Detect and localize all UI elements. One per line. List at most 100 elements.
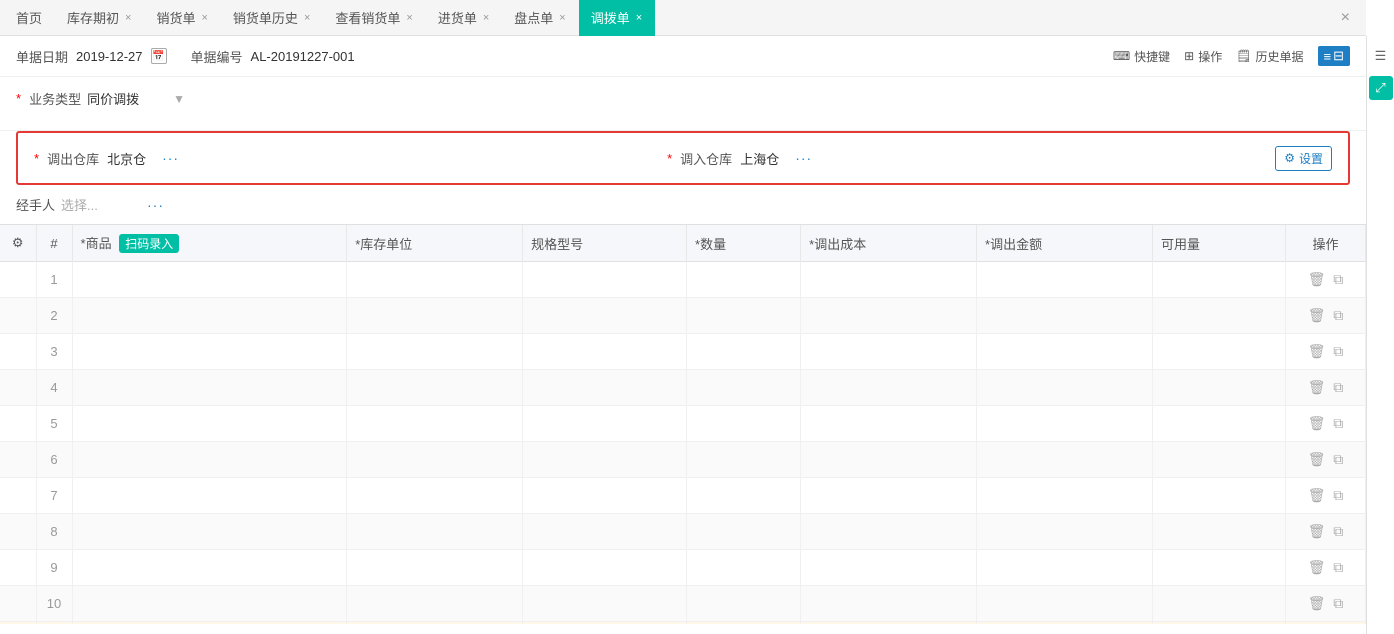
row-unit[interactable] [347,370,523,406]
row-unit[interactable] [347,478,523,514]
business-type-dropdown-icon[interactable]: ▼ [173,92,185,106]
warehouse-out-more-button[interactable]: ··· [162,150,179,166]
row-qty[interactable] [687,478,801,514]
delete-row-icon[interactable]: 🗑 [1308,487,1326,503]
copy-row-icon[interactable]: ⧉ [1333,487,1343,503]
row-cost[interactable] [801,406,977,442]
delete-row-icon[interactable]: 🗑 [1308,451,1326,467]
tab-transfer[interactable]: 调拨单 × [579,0,655,36]
row-cost[interactable] [801,514,977,550]
delete-row-icon[interactable]: 🗑 [1308,307,1326,323]
row-product[interactable] [72,478,347,514]
tab-view-sales-close[interactable]: × [406,12,412,24]
row-unit[interactable] [347,298,523,334]
row-spec[interactable] [523,406,687,442]
copy-row-icon[interactable]: ⧉ [1333,559,1343,575]
row-unit[interactable] [347,442,523,478]
row-amount[interactable] [977,586,1153,622]
row-qty[interactable] [687,586,801,622]
history-button[interactable]: 🗒 历史单据 [1236,48,1303,65]
row-product[interactable] [72,514,347,550]
row-unit[interactable] [347,406,523,442]
row-spec[interactable] [523,298,687,334]
row-amount[interactable] [977,334,1153,370]
tab-view-sales[interactable]: 查看销货单 × [323,0,425,36]
row-unit[interactable] [347,262,523,298]
row-spec[interactable] [523,442,687,478]
row-spec[interactable] [523,334,687,370]
operations-button[interactable]: ⊞ 操作 [1184,48,1222,65]
row-product[interactable] [72,262,347,298]
copy-row-icon[interactable]: ⧉ [1333,415,1343,431]
tab-inventory-init[interactable]: 库存期初 × [55,0,144,36]
row-qty[interactable] [687,298,801,334]
delete-row-icon[interactable]: 🗑 [1308,523,1326,539]
row-qty[interactable] [687,334,801,370]
row-product[interactable] [72,370,347,406]
row-spec[interactable] [523,514,687,550]
row-product[interactable] [72,334,347,370]
row-spec[interactable] [523,262,687,298]
tab-sales-history-close[interactable]: × [304,12,310,24]
tab-stocktake-close[interactable]: × [559,12,565,24]
row-cost[interactable] [801,550,977,586]
tab-purchase-close[interactable]: × [483,12,489,24]
row-cost[interactable] [801,586,977,622]
copy-row-icon[interactable]: ⧉ [1333,451,1343,467]
tab-purchase[interactable]: 进货单 × [426,0,502,36]
row-amount[interactable] [977,514,1153,550]
shortcuts-button[interactable]: ⌨ 快捷键 [1113,48,1170,65]
copy-row-icon[interactable]: ⧉ [1333,271,1343,287]
tab-stocktake[interactable]: 盘点单 × [502,0,578,36]
row-unit[interactable] [347,550,523,586]
list-view-toggle[interactable]: ≡ ⊟ [1318,46,1351,66]
settings-button[interactable]: ⚙ 设置 [1275,146,1332,171]
delete-row-icon[interactable]: 🗑 [1308,595,1326,611]
warehouse-out-value[interactable]: 北京仓 [107,149,146,168]
row-qty[interactable] [687,550,801,586]
delete-row-icon[interactable]: 🗑 [1308,271,1326,287]
copy-row-icon[interactable]: ⧉ [1333,307,1343,323]
row-cost[interactable] [801,298,977,334]
row-unit[interactable] [347,586,523,622]
row-product[interactable] [72,406,347,442]
row-amount[interactable] [977,262,1153,298]
row-spec[interactable] [523,478,687,514]
copy-row-icon[interactable]: ⧉ [1333,595,1343,611]
tab-sales-order[interactable]: 销货单 × [144,0,220,36]
delete-row-icon[interactable]: 🗑 [1308,415,1326,431]
tab-sales-history[interactable]: 销货单历史 × [221,0,323,36]
calendar-icon[interactable]: 📅 [151,48,167,64]
row-cost[interactable] [801,442,977,478]
row-amount[interactable] [977,550,1153,586]
copy-row-icon[interactable]: ⧉ [1333,523,1343,539]
business-type-value[interactable]: 同价调拨 [87,89,167,108]
tab-home[interactable]: 首页 [4,0,55,36]
row-unit[interactable] [347,514,523,550]
row-product[interactable] [72,550,347,586]
delete-row-icon[interactable]: 🗑 [1308,379,1326,395]
tab-transfer-close[interactable]: × [636,12,642,24]
row-spec[interactable] [523,550,687,586]
row-unit[interactable] [347,334,523,370]
row-amount[interactable] [977,298,1153,334]
row-qty[interactable] [687,406,801,442]
handler-value[interactable]: 选择... [61,195,141,214]
delete-row-icon[interactable]: 🗑 [1308,343,1326,359]
row-amount[interactable] [977,478,1153,514]
row-cost[interactable] [801,478,977,514]
row-cost[interactable] [801,334,977,370]
row-spec[interactable] [523,370,687,406]
row-amount[interactable] [977,406,1153,442]
row-cost[interactable] [801,370,977,406]
row-qty[interactable] [687,514,801,550]
warehouse-in-value[interactable]: 上海仓 [740,149,779,168]
copy-row-icon[interactable]: ⧉ [1333,379,1343,395]
sidebar-expand-icon[interactable]: ⤢ [1369,76,1393,100]
tab-inventory-init-close[interactable]: × [125,12,131,24]
delete-row-icon[interactable]: 🗑 [1308,559,1326,575]
tab-sales-order-close[interactable]: × [201,12,207,24]
row-qty[interactable] [687,442,801,478]
row-cost[interactable] [801,262,977,298]
tab-bar-close-button[interactable]: × [1329,9,1362,27]
